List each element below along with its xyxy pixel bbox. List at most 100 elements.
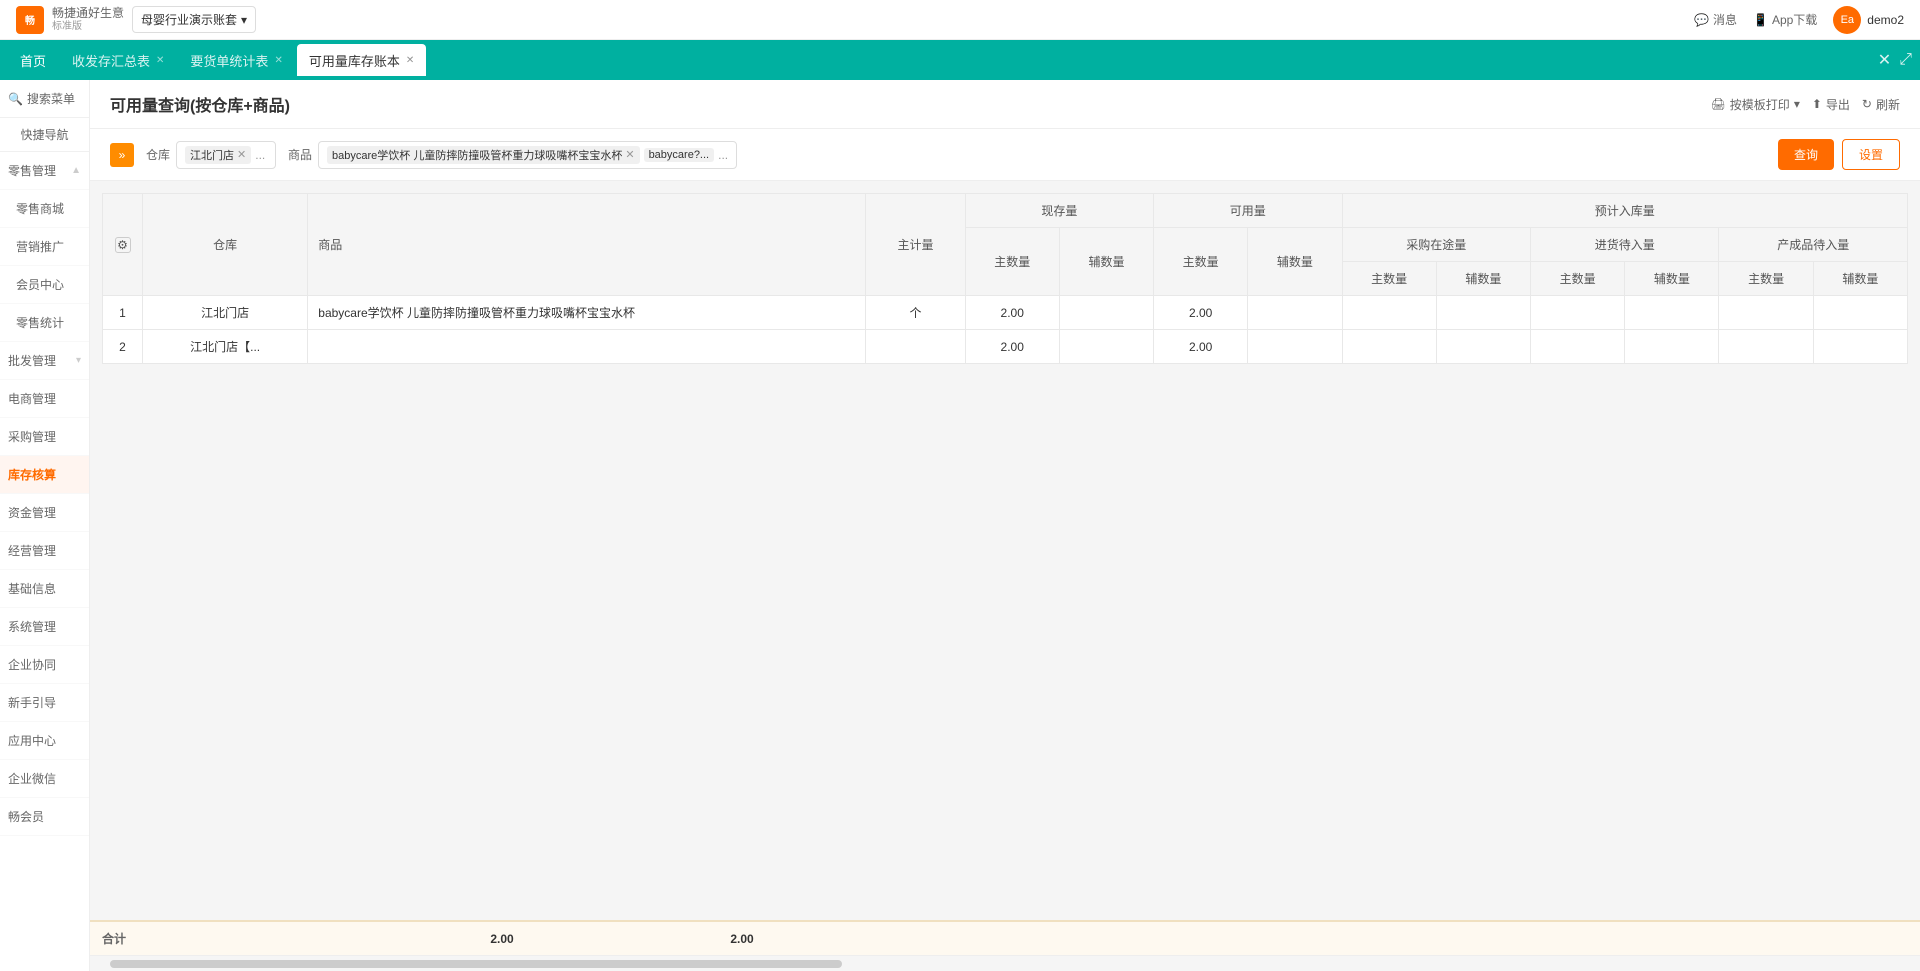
col-purchase-aux: 辅数量: [1436, 262, 1530, 296]
cell-import-main: [1531, 330, 1625, 364]
col-settings: ⚙: [103, 194, 143, 296]
scroll-bar-area: [90, 955, 1920, 971]
product-tag-remove[interactable]: ✕: [625, 148, 634, 161]
export-button[interactable]: ⬆ 导出: [1812, 96, 1850, 113]
cell-warehouse: 江北门店: [143, 296, 308, 330]
sidebar-item-vip-member[interactable]: 畅会员: [0, 798, 89, 836]
sidebar-item-operations-mgmt[interactable]: 经营管理: [0, 532, 89, 570]
sidebar-item-retail-mgmt[interactable]: 零售管理 ▲: [0, 152, 89, 190]
window-close-button[interactable]: ✕: [1878, 50, 1891, 70]
chevron-icon: ▲: [71, 165, 81, 176]
warehouse-tag-remove[interactable]: ✕: [237, 148, 246, 161]
col-product-header: 商品: [308, 194, 866, 296]
sidebar-quick-nav[interactable]: 快捷导航: [0, 118, 89, 152]
footer-values: 2.00 2.00: [262, 932, 1908, 946]
footer-label: 合计: [102, 930, 262, 947]
table-row: 2 江北门店【... 2.00 2.00: [103, 330, 1908, 364]
col-available-main: 主数量: [1154, 228, 1248, 296]
sidebar-item-retail-stats[interactable]: 零售统计: [0, 304, 89, 342]
tab-kyld-close[interactable]: ✕: [406, 55, 414, 66]
window-expand-button[interactable]: ⤢: [1899, 51, 1912, 69]
sidebar-item-wholesale-mgmt[interactable]: 批发管理 ▾: [0, 342, 89, 380]
warehouse-input[interactable]: 江北门店 ✕ ...: [176, 141, 276, 169]
print-icon: 🖨: [1711, 97, 1726, 111]
sidebar-item-member-center[interactable]: 会员中心: [0, 266, 89, 304]
cell-available-aux: [1248, 296, 1342, 330]
filter-actions: 查询 设置: [1778, 139, 1900, 170]
col-warehouse-header: 仓库: [143, 194, 308, 296]
sidebar-item-basic-info[interactable]: 基础信息: [0, 570, 89, 608]
col-current-aux: 辅数量: [1059, 228, 1153, 296]
col-unit-header: 主计量: [866, 194, 965, 296]
sidebar-item-system-mgmt[interactable]: 系统管理: [0, 608, 89, 646]
cell-unit: [866, 330, 965, 364]
cell-current-main: 2.00: [965, 296, 1059, 330]
chevron-down-icon: ▾: [241, 13, 247, 27]
product-filter: 商品 babycare学饮杯 儿童防摔防撞吸管杯重力球吸嘴杯宝宝水杯 ✕ bab…: [288, 141, 737, 169]
sidebar-item-enterprise-wechat[interactable]: 企业微信: [0, 760, 89, 798]
data-table: ⚙ 仓库 商品 主计量 现存量 可用量 预计入库量 主数量 辅数量 主数量 辅数…: [102, 193, 1908, 364]
tab-yffd[interactable]: 要货单统计表 ✕: [178, 44, 294, 76]
cell-import-main: [1531, 296, 1625, 330]
sidebar: 🔍 搜索菜单 快捷导航 零售管理 ▲ 零售商城 营销推广 会员中心 零售统计 批…: [0, 80, 90, 971]
col-available-aux: 辅数量: [1248, 228, 1342, 296]
cell-available-aux: [1248, 330, 1342, 364]
table-row: 1 江北门店 babycare学饮杯 儿童防摔防撞吸管杯重力球吸嘴杯宝宝水杯 个…: [103, 296, 1908, 330]
filter-bar: » 仓库 江北门店 ✕ ... 商品 babycare学饮杯 儿童防摔防撞吸管杯…: [90, 129, 1920, 181]
table-settings-icon[interactable]: ⚙: [115, 237, 131, 253]
query-button[interactable]: 查询: [1778, 139, 1834, 170]
sidebar-search[interactable]: 🔍 搜索菜单: [0, 80, 89, 118]
download-icon: 📱: [1753, 13, 1768, 27]
cell-import-aux: [1625, 330, 1719, 364]
cell-current-main: 2.00: [965, 330, 1059, 364]
cell-available-main: 2.00: [1154, 296, 1248, 330]
product-tag-1: babycare学饮杯 儿童防摔防撞吸管杯重力球吸嘴杯宝宝水杯 ✕: [327, 146, 640, 164]
cell-purchase-aux: [1436, 330, 1530, 364]
app-download-button[interactable]: 📱 App下载: [1753, 11, 1817, 28]
tab-home[interactable]: 首页: [8, 44, 58, 76]
cell-purchase-main: [1342, 296, 1436, 330]
product-input[interactable]: babycare学饮杯 儿童防摔防撞吸管杯重力球吸嘴杯宝宝水杯 ✕ babyca…: [318, 141, 737, 169]
sidebar-item-marketing[interactable]: 营销推广: [0, 228, 89, 266]
tab-kyld[interactable]: 可用量库存账本 ✕: [297, 44, 426, 76]
sidebar-item-new-guide[interactable]: 新手引导: [0, 684, 89, 722]
col-current-main: 主数量: [965, 228, 1059, 296]
tab-shfd[interactable]: 收发存汇总表 ✕: [60, 44, 176, 76]
col-purchase-intransit-header: 采购在途量: [1342, 228, 1530, 262]
account-selector[interactable]: 母婴行业演示账套 ▾: [132, 6, 256, 33]
message-button[interactable]: 💬 消息: [1694, 11, 1737, 28]
app-name-block: 畅捷通好生意 标准版: [52, 6, 124, 32]
cell-unit: 个: [866, 296, 965, 330]
col-current-stock-header: 现存量: [965, 194, 1153, 228]
avatar: Ea: [1833, 6, 1861, 34]
sidebar-item-ecommerce-mgmt[interactable]: 电商管理: [0, 380, 89, 418]
refresh-button[interactable]: ↻ 刷新: [1862, 96, 1900, 113]
product-more[interactable]: ...: [718, 148, 728, 162]
setting-button[interactable]: 设置: [1842, 139, 1900, 170]
chevron-down-icon: ▾: [1794, 97, 1800, 111]
warehouse-more[interactable]: ...: [255, 148, 265, 162]
cell-product-aux: [1813, 330, 1907, 364]
tab-yffd-close[interactable]: ✕: [274, 55, 282, 66]
sidebar-item-purchase-mgmt[interactable]: 采购管理: [0, 418, 89, 456]
footer-current-main: 2.00: [442, 932, 562, 946]
warehouse-filter: 仓库 江北门店 ✕ ...: [146, 141, 276, 169]
cell-purchase-aux: [1436, 296, 1530, 330]
user-profile[interactable]: Ea demo2: [1833, 6, 1904, 34]
sidebar-item-finance-mgmt[interactable]: 资金管理: [0, 494, 89, 532]
cell-current-aux: [1059, 296, 1153, 330]
sidebar-item-retail-mall[interactable]: 零售商城: [0, 190, 89, 228]
col-product-pending-header: 产成品待入量: [1719, 228, 1908, 262]
footer-current-aux: [562, 932, 682, 946]
filter-toggle-button[interactable]: »: [110, 143, 134, 167]
sidebar-item-inventory-check[interactable]: 库存核算: [0, 456, 89, 494]
cell-product: babycare学饮杯 儿童防摔防撞吸管杯重力球吸嘴杯宝宝水杯: [308, 296, 866, 330]
page-actions: 🖨 按模板打印 ▾ ⬆ 导出 ↻ 刷新: [1711, 96, 1900, 113]
print-template-button[interactable]: 🖨 按模板打印 ▾: [1711, 96, 1800, 113]
tab-shfd-close[interactable]: ✕: [156, 55, 164, 66]
sidebar-item-app-center[interactable]: 应用中心: [0, 722, 89, 760]
cell-product: [308, 330, 866, 364]
sidebar-item-enterprise-collab[interactable]: 企业协同: [0, 646, 89, 684]
cell-product-aux: [1813, 296, 1907, 330]
col-available-header: 可用量: [1154, 194, 1342, 228]
